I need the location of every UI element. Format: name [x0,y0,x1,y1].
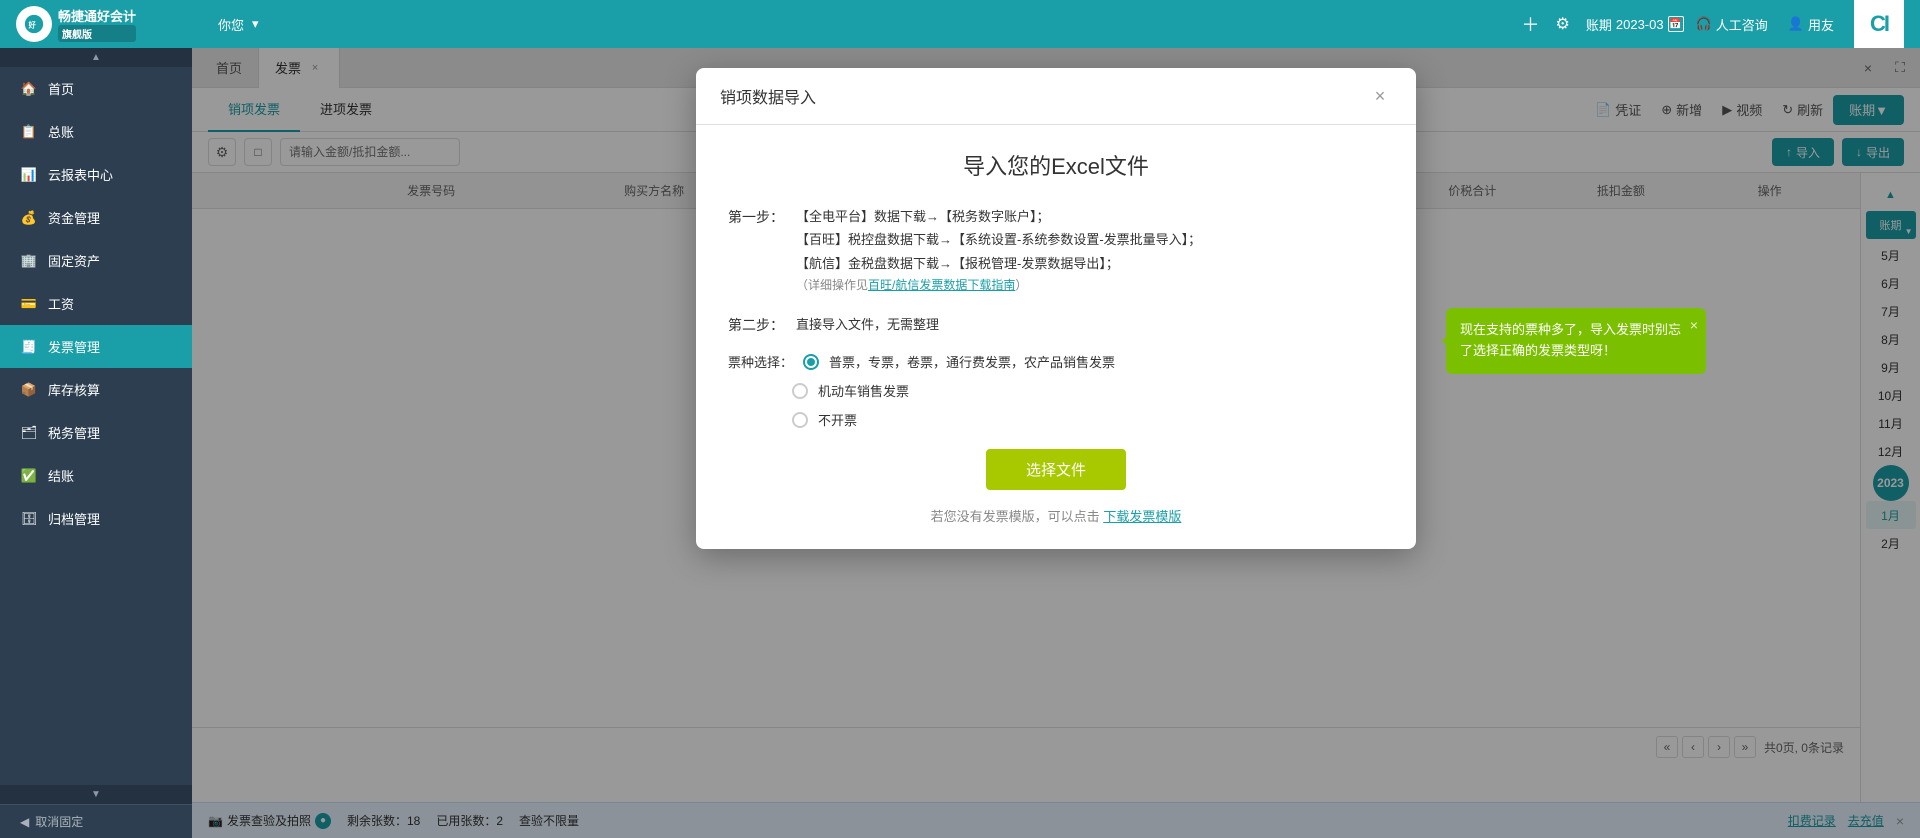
sidebar-item-payroll[interactable]: 💳 工资 [0,282,192,325]
help-label: 人工咨询 [1716,15,1768,34]
sidebar-label-checkout: 结账 [48,466,74,485]
period-selector[interactable]: 账期 2023-03 📅 [1586,15,1684,34]
sidebar-collapse-btn[interactable]: ◀ 取消固定 [0,804,192,838]
opt3-label: 不开票 [818,410,857,429]
sidebar-item-cloud-report[interactable]: 📊 云报表中心 [0,153,192,196]
sidebar-label-invoice: 发票管理 [48,337,100,356]
sidebar-label-fund: 资金管理 [48,208,100,227]
logo-text: 畅捷通好会计 [58,6,136,25]
user-label: 用友 [1808,15,1834,34]
sidebar-label-tax: 税务管理 [48,423,100,442]
ledger-icon: 📋 [20,123,38,141]
unpin-icon: ◀ [20,815,29,829]
ticket-opt2-row: 机动车销售发票 [728,381,1384,400]
step1-note: （详细操作见百旺/航信发票数据下载指南） [796,275,1201,297]
sidebar-label-ledger: 总账 [48,122,74,141]
step1-row: 第一步： 【全电平台】数据下载→【税务数字账户】； 【百旺】税控盘数据下载→【系… [728,205,1384,297]
opt1-label: 普票，专票，卷票，通行费发票，农产品销售发票 [829,352,1115,371]
sidebar-label-fixed: 固定资产 [48,251,100,270]
help-button[interactable]: 🎧 人工咨询 [1696,15,1768,34]
sidebar-item-ledger[interactable]: 📋 总账 [0,110,192,153]
invoice-icon: 🧾 [20,338,38,356]
guide-link[interactable]: 百旺/航信发票数据下载指南 [868,278,1015,292]
fund-icon: 💰 [20,209,38,227]
step1-line3: 【航信】金税盘数据下载→【报税管理-发票数据导出】； [796,252,1201,275]
sidebar-item-inventory[interactable]: 📦 库存核算 [0,368,192,411]
company-selector[interactable]: 你您 ▾ [218,15,1510,34]
step1-line1: 【全电平台】数据下载→【税务数字账户】； [796,205,1201,228]
tooltip-close-btn[interactable]: × [1690,314,1698,336]
radio-opt1[interactable] [803,354,819,370]
sidebar-item-fixed-assets[interactable]: 🏢 固定资产 [0,239,192,282]
sidebar-label-cloud: 云报表中心 [48,165,113,184]
step2-content: 直接导入文件，无需整理 [796,313,939,336]
radio-opt3[interactable] [792,412,808,428]
modal-header: 销项数据导入 × [696,68,1416,125]
logo-icon: 好 [16,6,52,42]
download-template-link[interactable]: 下载发票模版 [1103,509,1181,524]
scroll-down-btn[interactable]: ▼ [0,785,192,804]
sidebar: ▲ 🏠 首页 📋 总账 📊 云报表中心 💰 资金管理 🏢 固定资产 [0,48,192,838]
company-name: 你您 [218,15,244,34]
modal-title: 销项数据导入 [720,84,816,108]
sidebar-label-inventory: 库存核算 [48,380,100,399]
tooltip-bubble: × 现在支持的票种多了，导入发票时别忘了选择正确的发票类型呀！ [1446,308,1706,374]
add-icon[interactable]: ＋ [1522,11,1540,37]
fixed-assets-icon: 🏢 [20,252,38,270]
dropdown-icon: ▾ [252,16,259,32]
cloud-icon: 📊 [20,166,38,184]
top-actions: ＋ ⚙ 账期 2023-03 📅 [1522,11,1684,37]
sidebar-item-home[interactable]: 🏠 首页 [0,67,192,110]
sidebar-item-tax[interactable]: 🗂 税务管理 [0,411,192,454]
step1-content: 【全电平台】数据下载→【税务数字账户】； 【百旺】税控盘数据下载→【系统设置-系… [796,205,1201,297]
sidebar-label-home: 首页 [48,79,74,98]
ticket-label: 票种选择： [728,352,793,371]
payroll-icon: 💳 [20,295,38,313]
ticket-selection: 票种选择： 普票，专票，卷票，通行费发票，农产品销售发票 机动车销售发票 不开票 [728,352,1384,429]
modal-footer-note: 若您没有发票模版，可以点击 下载发票模版 [728,506,1384,525]
logo: 好 畅捷通好会计 旗舰版 [16,6,206,42]
sidebar-item-invoice[interactable]: 🧾 发票管理 [0,325,192,368]
opt2-label: 机动车销售发票 [818,381,909,400]
sidebar-label-payroll: 工资 [48,294,74,313]
modal-overlay: 销项数据导入 × 导入您的Excel文件 第一步： 【全电平台】数据下载→【税务… [192,48,1920,838]
tax-icon: 🗂 [20,424,38,442]
sidebar-label-archive: 归档管理 [48,509,100,528]
scroll-up-btn[interactable]: ▲ [0,48,192,67]
modal-close-btn[interactable]: × [1368,84,1392,108]
sidebar-item-checkout[interactable]: ✅ 结账 [0,454,192,497]
sidebar-item-fund[interactable]: 💰 资金管理 [0,196,192,239]
svg-text:好: 好 [28,21,37,30]
modal-main-title: 导入您的Excel文件 [728,149,1384,181]
period-label: 账期 [1586,15,1612,34]
collapse-label: 取消固定 [35,813,83,830]
top-right: 🎧 人工咨询 👤 用友 CI [1696,0,1904,48]
step2-row: 第二步： 直接导入文件，无需整理 [728,313,1384,336]
step1-line2: 【百旺】税控盘数据下载→【系统设置-系统参数设置-发票批量导入】； [796,228,1201,251]
step1-label: 第一步： [728,207,784,227]
content-area: 首页 发票 × × ⛶ 销项发票 进项发票 📄 凭证 [192,48,1920,838]
tooltip-text: 现在支持的票种多了，导入发票时别忘了选择正确的发票类型呀！ [1460,322,1681,358]
modal-body: 导入您的Excel文件 第一步： 【全电平台】数据下载→【税务数字账户】； 【百… [696,125,1416,549]
settings-icon[interactable]: ⚙ [1556,14,1570,34]
sidebar-item-archive[interactable]: 🗄 归档管理 [0,497,192,540]
ci-badge: CI [1854,0,1904,48]
calendar-icon: 📅 [1668,16,1684,32]
home-icon: 🏠 [20,80,38,98]
period-value: 2023-03 [1616,17,1664,32]
select-file-btn[interactable]: 选择文件 [986,449,1126,490]
top-bar: 好 畅捷通好会计 旗舰版 你您 ▾ ＋ ⚙ 账期 2023-03 📅 🎧 人工咨… [0,0,1920,48]
ticket-opt3-row: 不开票 [728,410,1384,429]
archive-icon: 🗄 [20,510,38,528]
user-button[interactable]: 👤 用友 [1788,15,1834,34]
logo-sub: 旗舰版 [58,25,136,42]
modal: 销项数据导入 × 导入您的Excel文件 第一步： 【全电平台】数据下载→【税务… [696,68,1416,549]
step2-label: 第二步： [728,315,784,335]
inventory-icon: 📦 [20,381,38,399]
radio-opt2[interactable] [792,383,808,399]
ticket-label-row: 票种选择： 普票，专票，卷票，通行费发票，农产品销售发票 [728,352,1384,371]
user-icon: 👤 [1788,16,1804,32]
checkout-icon: ✅ [20,467,38,485]
headset-icon: 🎧 [1696,16,1712,32]
